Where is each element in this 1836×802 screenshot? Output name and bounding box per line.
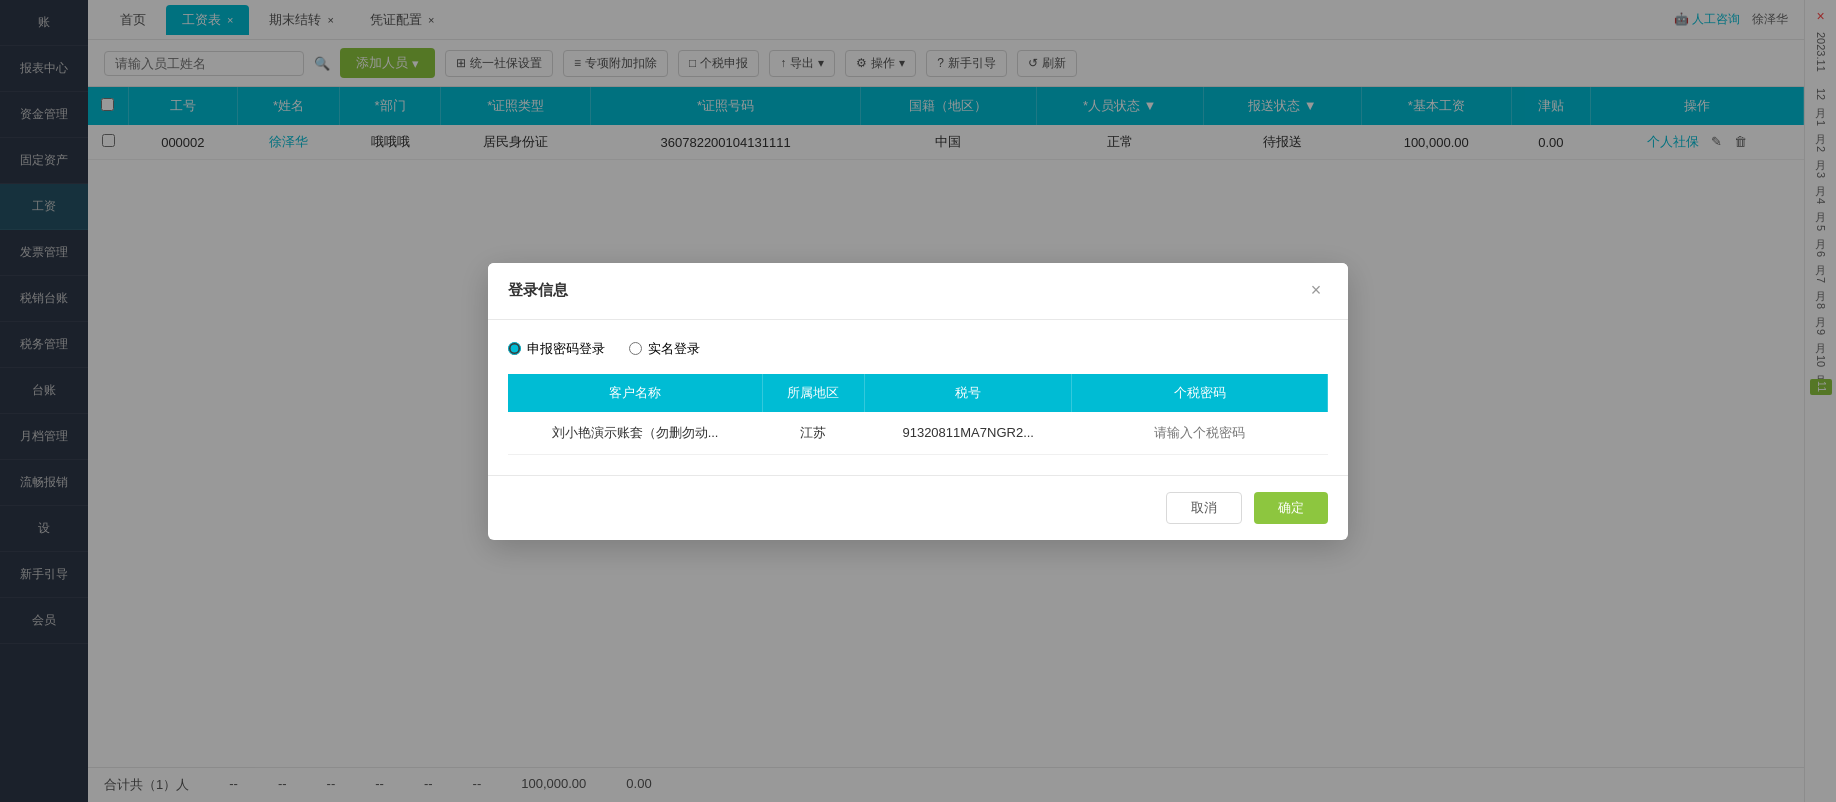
login-type-radio-group: 申报密码登录 实名登录 bbox=[508, 340, 1328, 358]
radio-password-input[interactable] bbox=[508, 342, 521, 355]
radio-password-login[interactable]: 申报密码登录 bbox=[508, 340, 605, 358]
login-dialog: 登录信息 × 申报密码登录 实名登录 客户名称 所属地区 bbox=[488, 263, 1348, 540]
cell-tax-no: 91320811MA7NGR2... bbox=[865, 412, 1072, 455]
col-tax-password: 个税密码 bbox=[1072, 374, 1328, 412]
dialog-footer: 取消 确定 bbox=[488, 475, 1348, 540]
dialog-body: 申报密码登录 实名登录 客户名称 所属地区 税号 个税密码 bbox=[488, 320, 1348, 475]
radio-realname-login[interactable]: 实名登录 bbox=[629, 340, 700, 358]
col-client-name: 客户名称 bbox=[508, 374, 762, 412]
dialog-header: 登录信息 × bbox=[488, 263, 1348, 320]
col-region: 所属地区 bbox=[762, 374, 865, 412]
cancel-button[interactable]: 取消 bbox=[1166, 492, 1242, 524]
tax-password-input[interactable] bbox=[1084, 425, 1316, 440]
col-tax-no: 税号 bbox=[865, 374, 1072, 412]
dialog-table-row: 刘小艳演示账套（勿删勿动... 江苏 91320811MA7NGR2... bbox=[508, 412, 1328, 455]
cell-region: 江苏 bbox=[762, 412, 865, 455]
dialog-close-button[interactable]: × bbox=[1304, 279, 1328, 303]
cell-tax-password[interactable] bbox=[1072, 412, 1328, 455]
dialog-overlay: 登录信息 × 申报密码登录 实名登录 客户名称 所属地区 bbox=[0, 0, 1836, 802]
login-info-table: 客户名称 所属地区 税号 个税密码 刘小艳演示账套（勿删勿动... 江苏 913… bbox=[508, 374, 1328, 455]
confirm-button[interactable]: 确定 bbox=[1254, 492, 1328, 524]
radio-realname-input[interactable] bbox=[629, 342, 642, 355]
dialog-title: 登录信息 bbox=[508, 281, 568, 300]
cell-client-name: 刘小艳演示账套（勿删勿动... bbox=[508, 412, 762, 455]
